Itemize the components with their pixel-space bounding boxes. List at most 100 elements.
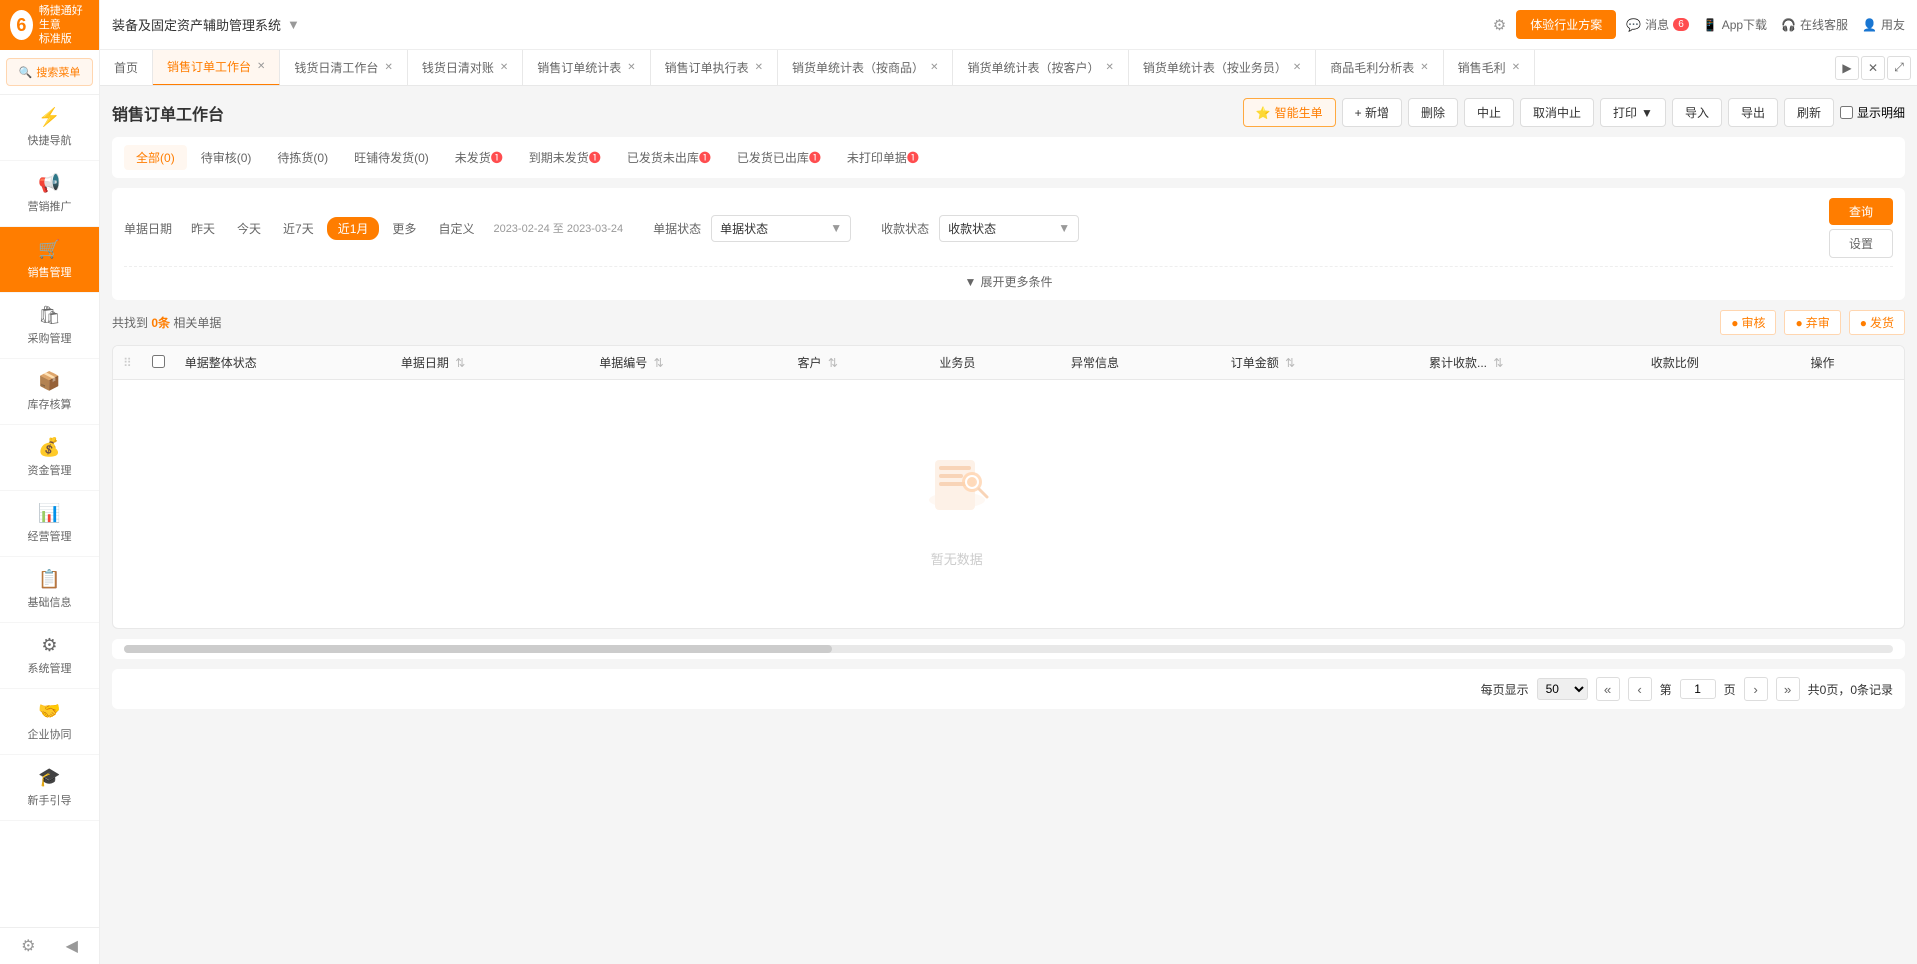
tab-sales-stat-product-close[interactable]: ✕ (930, 62, 938, 73)
date-btn-today[interactable]: 今天 (228, 217, 270, 240)
page-input[interactable] (1680, 679, 1716, 699)
tab-scroll-right-btn[interactable]: ▶ (1835, 56, 1859, 80)
filter-tab-shipped-out[interactable]: 已发货已出库❶ (725, 145, 833, 170)
basic-icon: 📋 (38, 569, 60, 590)
filter-tab-not-shipped[interactable]: 未发货❶ (443, 145, 515, 170)
sidebar-item-finance[interactable]: 💰 资金管理 (0, 425, 99, 491)
topbar-messages[interactable]: 💬 消息 6 (1626, 16, 1689, 33)
collection-select-arrow: ▼ (1058, 221, 1070, 235)
tab-cash-reconcile[interactable]: 钱货日清对账 ✕ (408, 50, 523, 86)
topbar-app-download[interactable]: 📱 App下载 (1703, 16, 1767, 33)
tab-sales-stat-product[interactable]: 销货单统计表（按商品） ✕ (778, 50, 953, 86)
th-date[interactable]: 单据日期 ⇅ (391, 346, 589, 380)
sidebar-item-guide[interactable]: 🎓 新手引导 (0, 755, 99, 821)
review-button[interactable]: ● 审核 (1720, 310, 1776, 335)
cancel-stop-button[interactable]: 取消中止 (1520, 98, 1594, 127)
sidebar-item-purchase[interactable]: 🛍 采购管理 (0, 293, 99, 359)
tab-sales-profit[interactable]: 销售毛利 ✕ (1444, 50, 1535, 86)
collapse-sidebar-icon[interactable]: ◀ (66, 936, 78, 956)
collection-select[interactable]: 收款状态 ▼ (939, 215, 1079, 242)
refresh-button[interactable]: 刷新 (1784, 98, 1834, 127)
per-page-select[interactable]: 50 10 20 100 (1537, 678, 1588, 700)
settings-button[interactable]: 设置 (1829, 229, 1893, 258)
date-btn-1month[interactable]: 近1月 (327, 217, 380, 240)
th-checkbox[interactable] (142, 346, 175, 380)
tab-sales-exec-close[interactable]: ✕ (755, 62, 763, 73)
filter-tab-not-printed[interactable]: 未打印单据❶ (835, 145, 931, 170)
sidebar-item-basic[interactable]: 📋 基础信息 (0, 557, 99, 623)
sidebar-item-quicknav[interactable]: ⚡ 快捷导航 (0, 95, 99, 161)
tab-sales-stat-customer-close[interactable]: ✕ (1105, 62, 1113, 73)
scrollbar-thumb[interactable] (124, 645, 832, 653)
print-button[interactable]: 打印 ▼ (1600, 98, 1666, 127)
sidebar-item-system[interactable]: ⚙ 系统管理 (0, 623, 99, 689)
tab-cash-reconcile-close[interactable]: ✕ (500, 62, 508, 73)
smart-create-button[interactable]: ⭐ 智能生单 (1243, 98, 1336, 127)
cancel-review-button[interactable]: ● 弃审 (1784, 310, 1840, 335)
filter-tabs: 全部(0) 待审核(0) 待拣货(0) 旺铺待发货(0) 未发货❶ 到期未发货❶… (112, 137, 1905, 178)
topbar-dropdown-arrow[interactable]: ▼ (287, 17, 300, 32)
show-detail-checkbox[interactable] (1840, 106, 1853, 119)
tab-close-all-btn[interactable]: ✕ (1861, 56, 1885, 80)
expand-conditions-button[interactable]: ▼ 展开更多条件 (965, 273, 1053, 290)
sidebar-item-operation[interactable]: 📊 经营管理 (0, 491, 99, 557)
tab-gross-profit[interactable]: 商品毛利分析表 ✕ (1316, 50, 1443, 86)
th-staff[interactable]: 业务员 (929, 346, 1061, 380)
tab-sales-stat-staff-close[interactable]: ✕ (1293, 62, 1301, 73)
topbar-settings-icon[interactable]: ⚙ (1493, 16, 1506, 34)
search-menu-button[interactable]: 🔍 搜索菜单 (6, 58, 93, 86)
next-page-button[interactable]: › (1744, 677, 1768, 701)
tab-home[interactable]: 首页 (100, 50, 153, 86)
th-number[interactable]: 单据编号 ⇅ (589, 346, 787, 380)
sidebar-item-cooperation[interactable]: 🤝 企业协同 (0, 689, 99, 755)
settings-bottom-icon[interactable]: ⚙ (21, 936, 35, 956)
date-btn-yesterday[interactable]: 昨天 (182, 217, 224, 240)
date-btn-7days[interactable]: 近7天 (274, 217, 323, 240)
phone-icon: 📱 (1703, 18, 1718, 32)
date-btn-more[interactable]: 更多 (383, 217, 425, 240)
ship-button[interactable]: ● 发货 (1849, 310, 1905, 335)
tab-sales-workbench[interactable]: 销售订单工作台 ✕ (153, 50, 280, 86)
last-page-button[interactable]: » (1776, 677, 1800, 701)
filter-tab-pending-inspect[interactable]: 待拣货(0) (265, 145, 340, 170)
filter-tab-pending-review[interactable]: 待审核(0) (189, 145, 264, 170)
total-label: 共0页，0条记录 (1808, 681, 1893, 698)
sidebar-item-inventory[interactable]: 📦 库存核算 (0, 359, 99, 425)
import-button[interactable]: 导入 (1672, 98, 1722, 127)
select-all-checkbox[interactable] (152, 355, 165, 368)
tab-cash-daily[interactable]: 钱货日清工作台 ✕ (280, 50, 407, 86)
filter-tab-all[interactable]: 全部(0) (124, 145, 187, 170)
tab-sales-workbench-close[interactable]: ✕ (257, 61, 265, 72)
horizontal-scrollbar[interactable] (124, 645, 1893, 653)
export-button[interactable]: 导出 (1728, 98, 1778, 127)
filter-tab-shipped-not-out[interactable]: 已发货未出库❶ (615, 145, 723, 170)
tab-sales-stat[interactable]: 销售订单统计表 ✕ (523, 50, 650, 86)
delete-button[interactable]: 删除 (1408, 98, 1458, 127)
status-select[interactable]: 单据状态 ▼ (711, 215, 851, 242)
tab-sales-stat-customer[interactable]: 销货单统计表（按客户） ✕ (953, 50, 1128, 86)
tab-sales-stat-staff[interactable]: 销货单统计表（按业务员） ✕ (1129, 50, 1316, 86)
date-btn-custom[interactable]: 自定义 (429, 217, 483, 240)
tab-sales-stat-close[interactable]: ✕ (627, 62, 635, 73)
industry-solution-button[interactable]: 体验行业方案 (1516, 10, 1616, 39)
filter-tab-wangpu[interactable]: 旺铺待发货(0) (342, 145, 441, 170)
show-detail-label[interactable]: 显示明细 (1840, 104, 1905, 121)
first-page-button[interactable]: « (1596, 677, 1620, 701)
topbar-user[interactable]: 👤 用友 (1862, 16, 1905, 33)
th-amount[interactable]: 订单金额 ⇅ (1221, 346, 1419, 380)
th-customer[interactable]: 客户 ⇅ (787, 346, 929, 380)
stop-button[interactable]: 中止 (1464, 98, 1514, 127)
query-button[interactable]: 查询 (1829, 198, 1893, 225)
th-collected[interactable]: 累计收款... ⇅ (1419, 346, 1641, 380)
new-button[interactable]: + 新增 (1342, 98, 1402, 127)
tab-expand-btn[interactable]: ⤢ (1887, 56, 1911, 80)
tab-gross-profit-close[interactable]: ✕ (1420, 62, 1428, 73)
tab-sales-exec[interactable]: 销售订单执行表 ✕ (651, 50, 778, 86)
prev-page-button[interactable]: ‹ (1628, 677, 1652, 701)
tab-sales-profit-close[interactable]: ✕ (1512, 62, 1520, 73)
filter-tab-expired-not-shipped[interactable]: 到期未发货❶ (517, 145, 613, 170)
tab-cash-daily-close[interactable]: ✕ (384, 62, 392, 73)
sidebar-item-marketing[interactable]: 📢 营销推广 (0, 161, 99, 227)
topbar-online-service[interactable]: 🎧 在线客服 (1781, 16, 1848, 33)
sidebar-item-sales[interactable]: 🛒 销售管理 (0, 227, 99, 293)
